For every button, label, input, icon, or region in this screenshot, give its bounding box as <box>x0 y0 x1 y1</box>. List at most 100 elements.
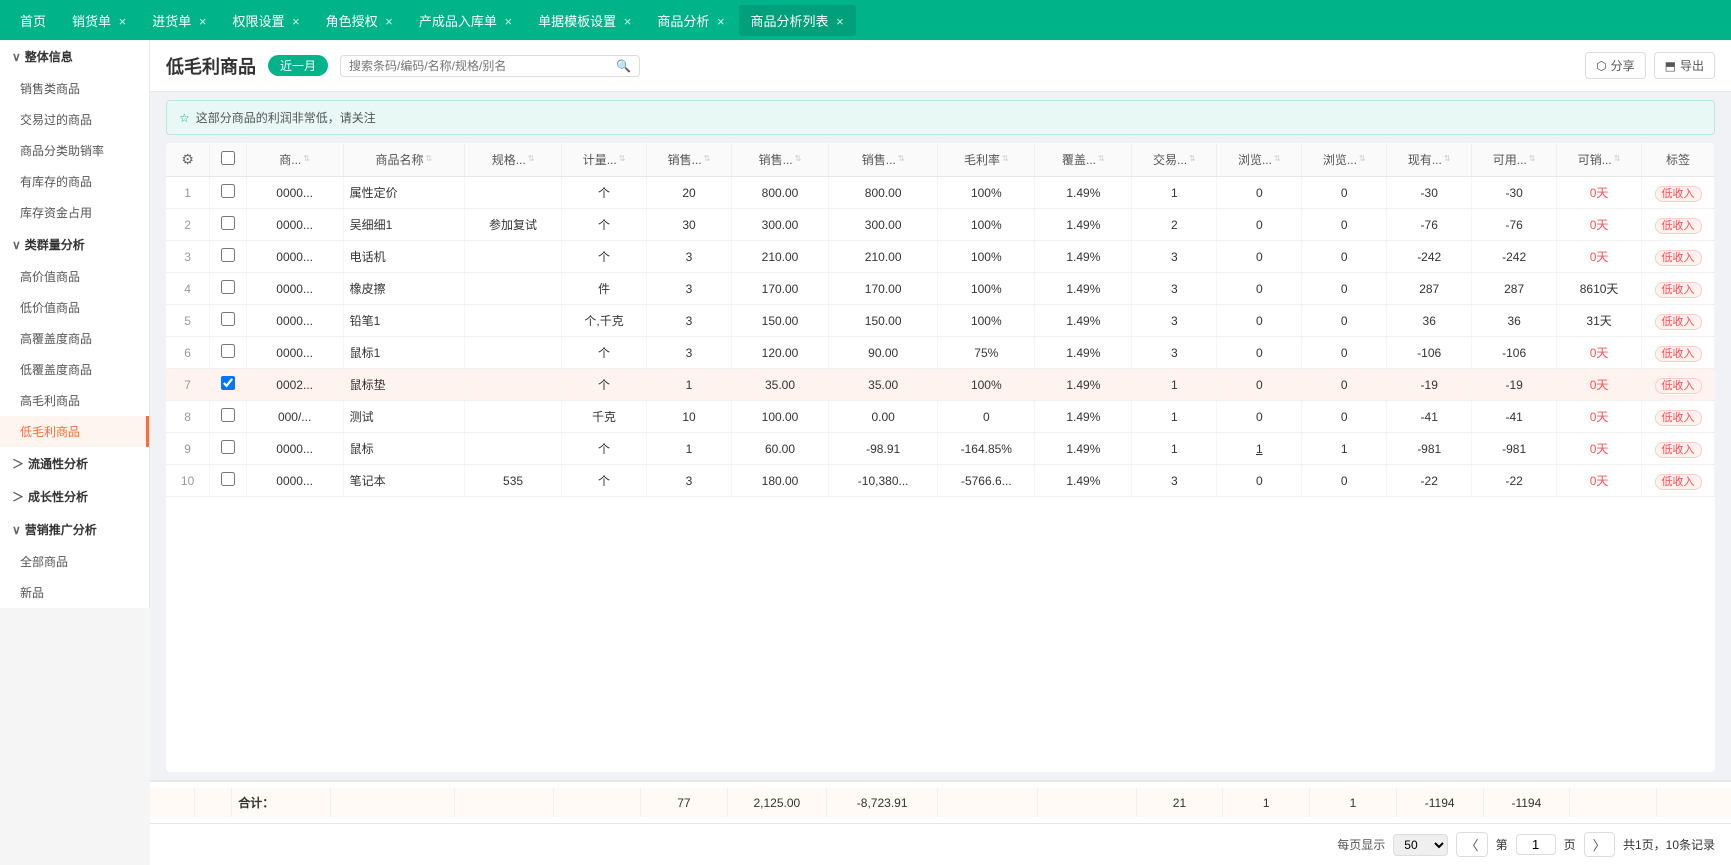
row-name[interactable]: 橡皮擦 <box>343 273 464 305</box>
row-name[interactable]: 鼠标1 <box>343 337 464 369</box>
row-checkbox[interactable] <box>221 344 235 358</box>
row-name[interactable]: 测试 <box>343 401 464 433</box>
sidebar-group-marketing-title[interactable]: ∨ 营销推广分析 <box>0 513 149 546</box>
sidebar-item-new-goods[interactable]: 新品 <box>0 577 149 608</box>
nav-product-entry[interactable]: 产成品入库单 × <box>407 5 524 36</box>
sort-saleable-icon[interactable]: ⇅ <box>1614 156 1621 162</box>
sidebar-item-stock-capital[interactable]: 库存资金占用 <box>0 197 149 228</box>
row-checkbox[interactable] <box>221 248 235 262</box>
close-analysis-icon[interactable]: × <box>717 14 725 29</box>
col-name[interactable]: 商品名称⇅ <box>343 143 464 177</box>
nav-analysis-list[interactable]: 商品分析列表 × <box>739 5 856 36</box>
sort-trade-icon[interactable]: ⇅ <box>1189 156 1196 162</box>
col-browse1[interactable]: 浏览...⇅ <box>1217 143 1302 177</box>
sidebar-item-sales-goods[interactable]: 销售类商品 <box>0 73 149 104</box>
sidebar-group-flow-title[interactable]: ＞ 流通性分析 <box>0 447 149 480</box>
row-name[interactable]: 鼠标 <box>343 433 464 465</box>
close-purchase-icon[interactable]: × <box>199 14 207 29</box>
sidebar-item-category-rate[interactable]: 商品分类助销率 <box>0 135 149 166</box>
nav-roles[interactable]: 角色授权 × <box>314 5 405 36</box>
notice-bar: ☆ 这部分商品的利润非常低，请关注 <box>166 100 1715 135</box>
sort-browse2-icon[interactable]: ⇅ <box>1359 156 1366 162</box>
close-roles-icon[interactable]: × <box>385 14 393 29</box>
col-gross-rate[interactable]: 毛利率⇅ <box>938 143 1035 177</box>
close-permissions-icon[interactable]: × <box>292 14 300 29</box>
col-code[interactable]: 商...⇅ <box>246 143 343 177</box>
row-checkbox[interactable] <box>221 376 235 390</box>
row-checkbox[interactable] <box>221 312 235 326</box>
sort-browse1-icon[interactable]: ⇅ <box>1274 156 1281 162</box>
col-settings[interactable]: ⚙ <box>166 143 210 177</box>
sidebar-item-stocked-goods[interactable]: 有库存的商品 <box>0 166 149 197</box>
select-all-checkbox[interactable] <box>221 151 235 165</box>
sidebar-item-high-value[interactable]: 高价值商品 <box>0 261 149 292</box>
sidebar-group-cluster-title[interactable]: ∨ 类群量分析 <box>0 228 149 261</box>
close-analysis-list-icon[interactable]: × <box>836 14 844 29</box>
col-sales-price[interactable]: 销售...⇅ <box>731 143 828 177</box>
nav-purchase[interactable]: 进货单 × <box>140 5 218 36</box>
nav-template[interactable]: 单据模板设置 × <box>526 5 643 36</box>
col-available[interactable]: 可用...⇅ <box>1472 143 1557 177</box>
row-name[interactable]: 吴细细1 <box>343 209 464 241</box>
sidebar-group-overview-title[interactable]: ∨ 整体信息 <box>0 40 149 73</box>
col-sales-amount[interactable]: 销售...⇅ <box>829 143 938 177</box>
sidebar-item-high-coverage[interactable]: 高覆盖度商品 <box>0 323 149 354</box>
search-input[interactable] <box>349 59 616 73</box>
sort-available-icon[interactable]: ⇅ <box>1529 156 1536 162</box>
nav-analysis[interactable]: 商品分析 × <box>645 5 736 36</box>
browse1-link[interactable]: 1 <box>1256 442 1263 456</box>
prev-page-button[interactable]: 〈 <box>1456 832 1487 857</box>
next-page-button[interactable]: 〉 <box>1584 832 1615 857</box>
sidebar-item-low-coverage[interactable]: 低覆盖度商品 <box>0 354 149 385</box>
col-current[interactable]: 现有...⇅ <box>1387 143 1472 177</box>
sidebar-item-high-margin[interactable]: 高毛利商品 <box>0 385 149 416</box>
row-name[interactable]: 电话机 <box>343 241 464 273</box>
close-template-icon[interactable]: × <box>624 14 632 29</box>
col-trade[interactable]: 交易...⇅ <box>1132 143 1217 177</box>
page-size-select[interactable]: 50 100 200 <box>1393 834 1448 856</box>
nav-home[interactable]: 首页 <box>8 5 58 36</box>
row-checkbox[interactable] <box>221 472 235 486</box>
sidebar-item-low-value[interactable]: 低价值商品 <box>0 292 149 323</box>
row-name[interactable]: 鼠标垫 <box>343 369 464 401</box>
sidebar-item-all-goods[interactable]: 全部商品 <box>0 546 149 577</box>
row-checkbox[interactable] <box>221 280 235 294</box>
close-sales-icon[interactable]: × <box>119 14 127 29</box>
row-checkbox[interactable] <box>221 408 235 422</box>
sort-code-icon[interactable]: ⇅ <box>303 156 310 162</box>
row-checkbox[interactable] <box>221 440 235 454</box>
row-name[interactable]: 铅笔1 <box>343 305 464 337</box>
col-spec[interactable]: 规格...⇅ <box>465 143 562 177</box>
row-checkbox[interactable] <box>221 216 235 230</box>
sort-sales-amount-icon[interactable]: ⇅ <box>898 156 905 162</box>
col-unit[interactable]: 计量...⇅ <box>562 143 647 177</box>
sidebar-item-traded-goods[interactable]: 交易过的商品 <box>0 104 149 135</box>
page-number-input[interactable] <box>1516 834 1556 855</box>
row-name[interactable]: 属性定价 <box>343 177 464 209</box>
export-button[interactable]: ⬒ 导出 <box>1654 52 1715 79</box>
col-sales-qty[interactable]: 销售...⇅ <box>647 143 732 177</box>
col-browse2[interactable]: 浏览...⇅ <box>1302 143 1387 177</box>
nav-permissions[interactable]: 权限设置 × <box>220 5 311 36</box>
filter-month-button[interactable]: 近一月 <box>268 55 328 76</box>
close-product-entry-icon[interactable]: × <box>505 14 513 29</box>
sort-gross-rate-icon[interactable]: ⇅ <box>1002 156 1009 162</box>
row-checkbox[interactable] <box>221 184 235 198</box>
sidebar-group-growth-title[interactable]: ＞ 成长性分析 <box>0 480 149 513</box>
settings-icon[interactable]: ⚙ <box>181 151 194 167</box>
sort-spec-icon[interactable]: ⇅ <box>528 156 535 162</box>
search-icon[interactable]: 🔍 <box>616 59 631 73</box>
col-coverage[interactable]: 覆盖...⇅ <box>1035 143 1132 177</box>
nav-sales[interactable]: 销货单 × <box>60 5 138 36</box>
sort-name-icon[interactable]: ⇅ <box>426 156 433 162</box>
sort-unit-icon[interactable]: ⇅ <box>619 156 626 162</box>
sort-current-icon[interactable]: ⇅ <box>1444 156 1451 162</box>
sort-sales-qty-icon[interactable]: ⇅ <box>704 156 711 162</box>
sort-coverage-icon[interactable]: ⇅ <box>1098 156 1105 162</box>
sort-sales-price-icon[interactable]: ⇅ <box>795 156 802 162</box>
sidebar-item-low-margin[interactable]: 低毛利商品 <box>0 416 149 447</box>
tag-low-income: 低收入 <box>1655 186 1702 202</box>
col-saleable[interactable]: 可销...⇅ <box>1557 143 1642 177</box>
row-name[interactable]: 笔记本 <box>343 465 464 497</box>
share-button[interactable]: ⬡ 分享 <box>1585 52 1646 79</box>
